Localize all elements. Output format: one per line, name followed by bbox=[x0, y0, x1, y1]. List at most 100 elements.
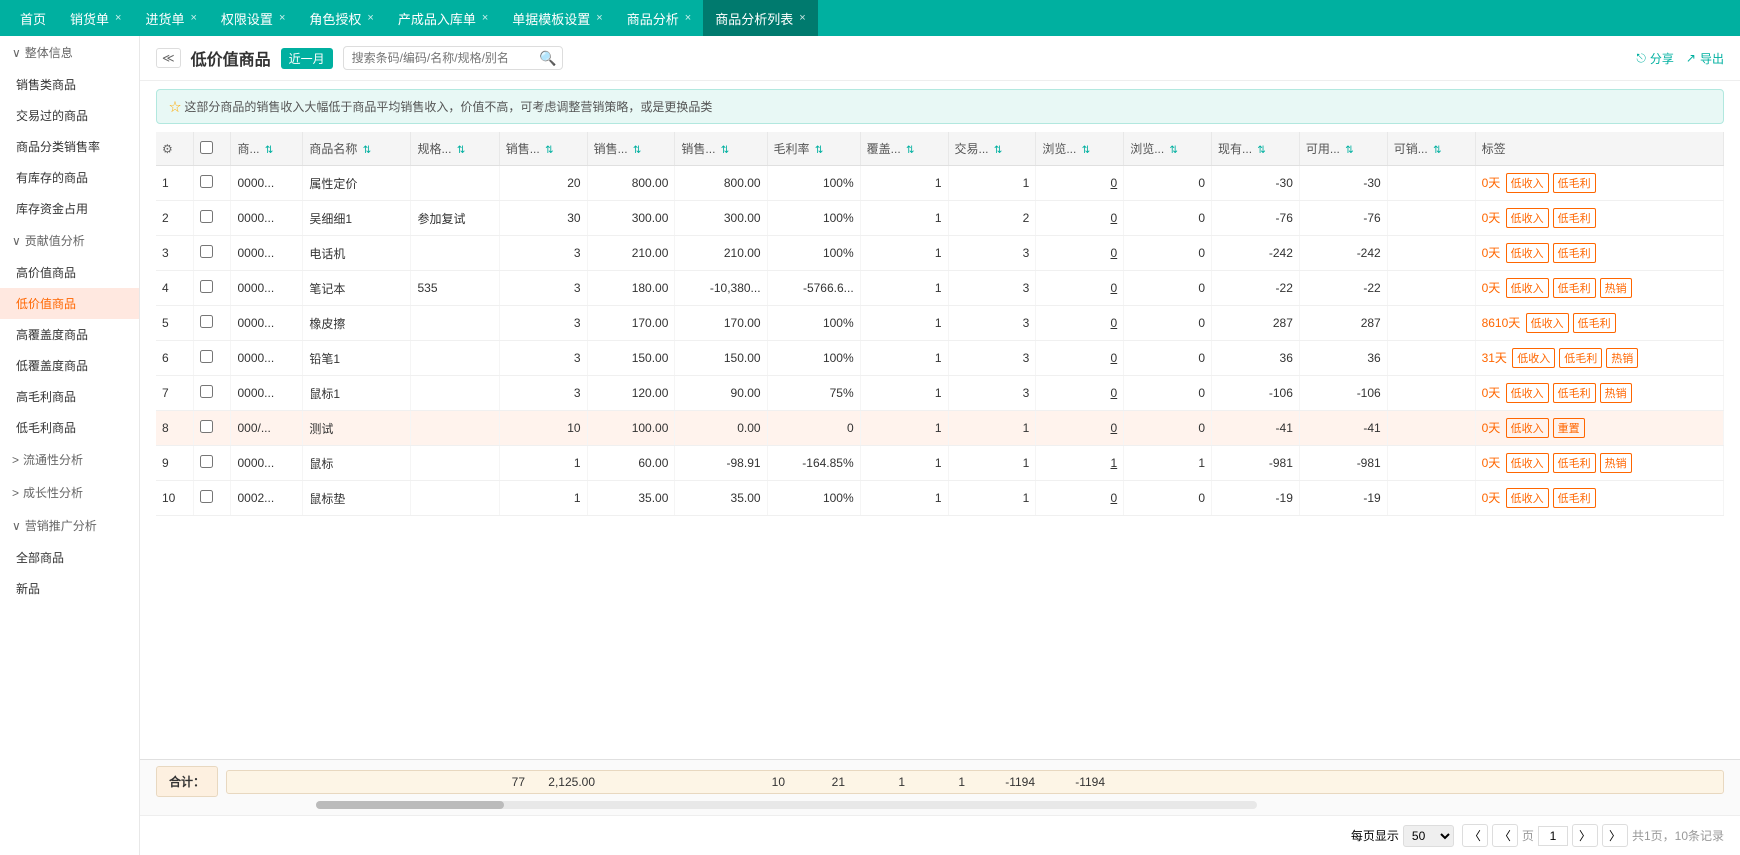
row-checkbox[interactable] bbox=[200, 420, 213, 433]
nav-product-inbound[interactable]: 产成品入库单 × bbox=[386, 0, 500, 36]
share-button[interactable]: ⎋ 分享 bbox=[1636, 50, 1674, 67]
cell-checkbox[interactable] bbox=[193, 481, 231, 516]
nav-product-analysis-list-close[interactable]: × bbox=[799, 12, 805, 24]
row-checkbox[interactable] bbox=[200, 350, 213, 363]
nav-permission[interactable]: 权限设置 × bbox=[209, 0, 297, 36]
table-wrapper[interactable]: ⚙ 商... ⇅ 商品名称 ⇅ 规格... ⇅ 销售... ⇅ 销售... ⇅ … bbox=[140, 132, 1740, 759]
sidebar-item-all-products[interactable]: 全部商品 bbox=[0, 542, 139, 573]
sidebar-item-low-value[interactable]: 低价值商品 bbox=[0, 288, 139, 319]
sidebar-item-low-margin[interactable]: 低毛利商品 bbox=[0, 412, 139, 443]
sidebar-item-high-margin[interactable]: 高毛利商品 bbox=[0, 381, 139, 412]
col-coverage-sort[interactable]: ⇅ bbox=[906, 145, 914, 156]
pv1-link[interactable]: 1 bbox=[1111, 456, 1118, 470]
sidebar-group-circulation[interactable]: > 流通性分析 bbox=[0, 443, 139, 476]
pv1-link[interactable]: 0 bbox=[1111, 246, 1118, 260]
nav-sales-order-close[interactable]: × bbox=[115, 12, 121, 24]
pv1-link[interactable]: 0 bbox=[1111, 491, 1118, 505]
gear-icon[interactable]: ⚙ bbox=[162, 142, 173, 156]
row-checkbox[interactable] bbox=[200, 280, 213, 293]
col-transactions-sort[interactable]: ⇅ bbox=[994, 145, 1002, 156]
cell-pv1[interactable]: 0 bbox=[1036, 376, 1124, 411]
cell-pv1[interactable]: 0 bbox=[1036, 411, 1124, 446]
collapse-sidebar-button[interactable]: ≪ bbox=[156, 48, 181, 68]
sidebar-item-high-coverage[interactable]: 高覆盖度商品 bbox=[0, 319, 139, 350]
col-sales-avg-sort[interactable]: ⇅ bbox=[721, 145, 729, 156]
cell-checkbox[interactable] bbox=[193, 411, 231, 446]
cell-checkbox[interactable] bbox=[193, 201, 231, 236]
cell-pv1[interactable]: 0 bbox=[1036, 481, 1124, 516]
pv1-link[interactable]: 0 bbox=[1111, 351, 1118, 365]
cell-pv1[interactable]: 0 bbox=[1036, 166, 1124, 201]
per-page-select[interactable]: 50 100 200 bbox=[1403, 825, 1454, 847]
col-pv2-sort[interactable]: ⇅ bbox=[1170, 145, 1178, 156]
row-checkbox[interactable] bbox=[200, 175, 213, 188]
select-all-checkbox[interactable] bbox=[200, 141, 213, 154]
sidebar-item-inventory-capital[interactable]: 库存资金占用 bbox=[0, 193, 139, 224]
row-checkbox[interactable] bbox=[200, 385, 213, 398]
pv1-link[interactable]: 0 bbox=[1111, 421, 1118, 435]
next-page-button[interactable]: 〉 bbox=[1572, 824, 1598, 847]
cell-checkbox[interactable] bbox=[193, 376, 231, 411]
sidebar-group-marketing[interactable]: ∨ 营销推广分析 bbox=[0, 509, 139, 542]
col-gear[interactable]: ⚙ bbox=[156, 132, 193, 166]
cell-checkbox[interactable] bbox=[193, 446, 231, 481]
period-button[interactable]: 近一月 bbox=[281, 48, 333, 69]
pv1-link[interactable]: 0 bbox=[1111, 316, 1118, 330]
cell-pv1[interactable]: 0 bbox=[1036, 271, 1124, 306]
last-page-button[interactable]: 〉 bbox=[1602, 824, 1628, 847]
nav-template-settings[interactable]: 单据模板设置 × bbox=[500, 0, 614, 36]
sidebar-item-category-sales[interactable]: 商品分类销售率 bbox=[0, 131, 139, 162]
sidebar-item-new-products[interactable]: 新品 bbox=[0, 573, 139, 604]
col-gross-rate-sort[interactable]: ⇅ bbox=[815, 145, 823, 156]
col-spec-sort[interactable]: ⇅ bbox=[457, 145, 465, 156]
search-button[interactable]: 🔍 bbox=[539, 50, 556, 67]
pv1-link[interactable]: 0 bbox=[1111, 211, 1118, 225]
sidebar-item-sales-products[interactable]: 销售类商品 bbox=[0, 69, 139, 100]
col-checkbox[interactable] bbox=[193, 132, 231, 166]
col-sales-qty-sort[interactable]: ⇅ bbox=[545, 145, 553, 156]
pv1-link[interactable]: 0 bbox=[1111, 281, 1118, 295]
cell-checkbox[interactable] bbox=[193, 166, 231, 201]
col-name-sort[interactable]: ⇅ bbox=[363, 145, 371, 156]
col-code-sort[interactable]: ⇅ bbox=[265, 145, 273, 156]
sidebar-group-overview[interactable]: ∨ 整体信息 bbox=[0, 36, 139, 69]
row-checkbox[interactable] bbox=[200, 210, 213, 223]
nav-product-analysis-close[interactable]: × bbox=[685, 12, 691, 24]
col-available-sort[interactable]: ⇅ bbox=[1345, 145, 1353, 156]
sidebar-item-stocked-products[interactable]: 有库存的商品 bbox=[0, 162, 139, 193]
cell-checkbox[interactable] bbox=[193, 236, 231, 271]
cell-pv1[interactable]: 0 bbox=[1036, 341, 1124, 376]
row-checkbox[interactable] bbox=[200, 315, 213, 328]
sidebar-group-growth[interactable]: > 成长性分析 bbox=[0, 476, 139, 509]
prev-page-button[interactable]: 〈 bbox=[1492, 824, 1518, 847]
nav-product-inbound-close[interactable]: × bbox=[482, 12, 488, 24]
nav-role-auth[interactable]: 角色授权 × bbox=[297, 0, 385, 36]
nav-purchase-order-close[interactable]: × bbox=[190, 12, 196, 24]
nav-product-analysis[interactable]: 商品分析 × bbox=[615, 0, 703, 36]
search-input[interactable] bbox=[343, 46, 563, 70]
sidebar-item-high-value[interactable]: 高价值商品 bbox=[0, 257, 139, 288]
sidebar-item-low-coverage[interactable]: 低覆盖度商品 bbox=[0, 350, 139, 381]
cell-pv1[interactable]: 1 bbox=[1036, 446, 1124, 481]
pv1-link[interactable]: 0 bbox=[1111, 176, 1118, 190]
sidebar-item-traded-products[interactable]: 交易过的商品 bbox=[0, 100, 139, 131]
pv1-link[interactable]: 0 bbox=[1111, 386, 1118, 400]
col-current-stock-sort[interactable]: ⇅ bbox=[1257, 145, 1265, 156]
row-checkbox[interactable] bbox=[200, 245, 213, 258]
nav-sales-order[interactable]: 销货单 × bbox=[58, 0, 133, 36]
first-page-button[interactable]: 〈 bbox=[1462, 824, 1488, 847]
nav-home[interactable]: 首页 bbox=[8, 0, 58, 36]
export-button[interactable]: ↗ 导出 bbox=[1686, 50, 1724, 67]
col-pv1-sort[interactable]: ⇅ bbox=[1082, 145, 1090, 156]
page-number-input[interactable] bbox=[1538, 826, 1568, 846]
cell-pv1[interactable]: 0 bbox=[1036, 201, 1124, 236]
nav-role-auth-close[interactable]: × bbox=[367, 12, 373, 24]
cell-pv1[interactable]: 0 bbox=[1036, 306, 1124, 341]
col-sellable-sort[interactable]: ⇅ bbox=[1433, 145, 1441, 156]
row-checkbox[interactable] bbox=[200, 455, 213, 468]
cell-pv1[interactable]: 0 bbox=[1036, 236, 1124, 271]
cell-checkbox[interactable] bbox=[193, 306, 231, 341]
nav-template-settings-close[interactable]: × bbox=[596, 12, 602, 24]
sidebar-group-contribution[interactable]: ∨ 贡献值分析 bbox=[0, 224, 139, 257]
nav-purchase-order[interactable]: 进货单 × bbox=[133, 0, 208, 36]
